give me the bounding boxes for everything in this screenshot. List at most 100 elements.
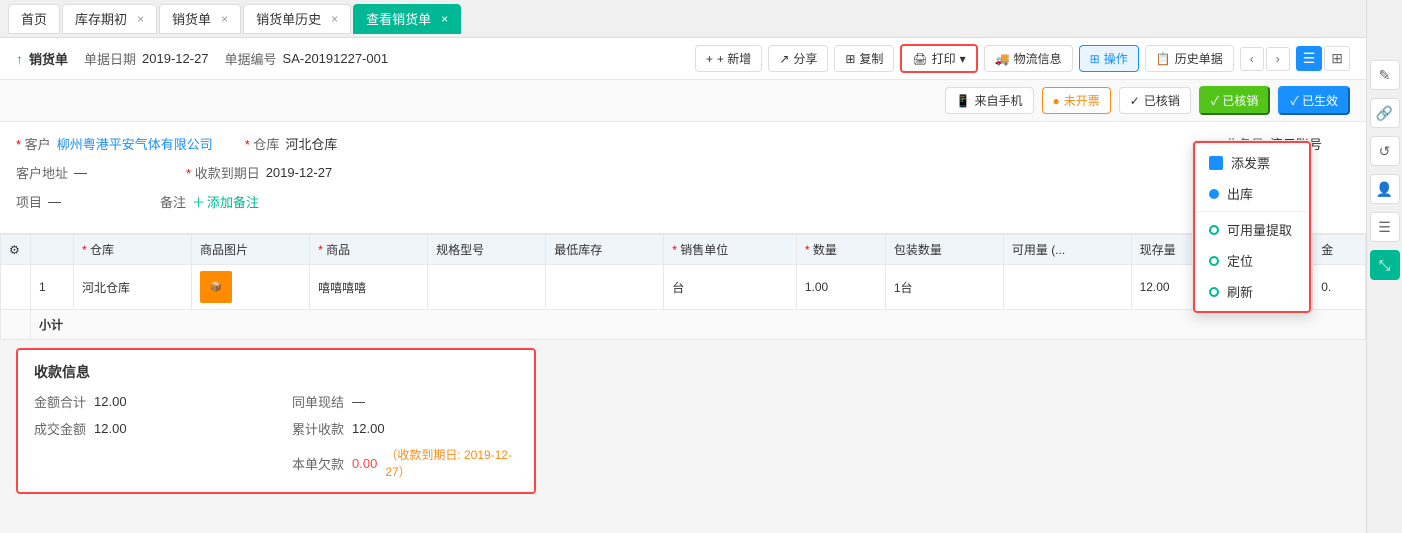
add-button[interactable]: + + 新增 xyxy=(695,45,762,72)
settings-icon[interactable]: ⚙ xyxy=(9,243,20,257)
print-label: 打印 xyxy=(932,50,956,67)
main-content: ↑ 销货单 单据日期 2019-12-27 单据编号 SA-20191227-0… xyxy=(0,38,1366,533)
doc-type-icon: ↑ xyxy=(16,51,23,67)
list-view-button[interactable]: ☰ xyxy=(1296,46,1323,71)
row-settings[interactable] xyxy=(1,265,31,310)
tab-inventory-init-close[interactable]: × xyxy=(137,12,144,26)
share-button[interactable]: ↗ 分享 xyxy=(768,45,828,72)
cumulative-receipts-item: 累计收款 12.00 xyxy=(292,419,518,438)
summary-wrapper: 收款信息 金额合计 12.00 同单现结 — 成交金额 12.00 xyxy=(0,340,1366,510)
confirm-icon: ✓ xyxy=(1130,94,1140,108)
add-note-button[interactable]: ＋ 添加备注 xyxy=(192,192,259,211)
form-section: 客户 柳州粤港平安气体有限公司 仓库 河北仓库 业务员 演示账号 客户地址 — xyxy=(0,122,1366,234)
locate-item[interactable]: 定位 xyxy=(1195,245,1309,276)
tab-home[interactable]: 首页 xyxy=(8,4,60,34)
customer-label: 客户 xyxy=(16,134,51,153)
edit-sidebar-button[interactable]: ✎ xyxy=(1370,60,1400,90)
warehouse-field: 仓库 河北仓库 xyxy=(245,134,366,153)
refresh-icon: ↺ xyxy=(1379,143,1391,160)
table-section: ⚙ * 仓库 商品图片 * 商品 规格型号 最低库存 * 销售单位 * 数量 包… xyxy=(0,234,1366,340)
operate-button[interactable]: ⊞ 操作 xyxy=(1079,45,1139,72)
toolbar: + + 新增 ↗ 分享 ⊞ 复制 🖨 打印 ▾ 🚚 xyxy=(695,44,1350,73)
print-icon: 🖨 xyxy=(912,52,927,66)
not-open-icon: ● xyxy=(1053,94,1060,108)
table-header-row: ⚙ * 仓库 商品图片 * 商品 规格型号 最低库存 * 销售单位 * 数量 包… xyxy=(1,235,1366,265)
history-button[interactable]: 📋 历史单据 xyxy=(1145,45,1234,72)
prev-button[interactable]: ‹ xyxy=(1240,47,1264,71)
doc-date-field: 单据日期 2019-12-27 xyxy=(84,49,209,68)
doc-type-label: 销货单 xyxy=(29,49,68,68)
due-date-label: 收款到期日 xyxy=(186,163,260,182)
add-invoice-item[interactable]: 添发票 xyxy=(1195,147,1309,178)
share-icon: ↗ xyxy=(779,52,789,66)
document-meta: 单据日期 2019-12-27 单据编号 SA-20191227-001 xyxy=(84,49,679,68)
available-qty-item[interactable]: 可用量提取 xyxy=(1195,214,1309,245)
summary-title: 收款信息 xyxy=(34,362,518,382)
print-button[interactable]: 🖨 打印 ▾ xyxy=(900,44,977,73)
already-canceled-button[interactable]: ✓ 已核销 xyxy=(1199,86,1271,115)
history-icon: 📋 xyxy=(1156,52,1171,66)
list-sidebar-button[interactable]: ☰ xyxy=(1370,212,1400,242)
transaction-amount-label: 成交金额 xyxy=(34,419,86,438)
overdue-note: （收款到期日: 2019-12-27） xyxy=(385,446,518,480)
transaction-amount-item: 成交金额 12.00 xyxy=(34,419,260,438)
available-col-header: 可用量 (... xyxy=(1003,235,1131,265)
tab-sales-order[interactable]: 销货单 × xyxy=(159,4,241,34)
user-sidebar-button[interactable]: 👤 xyxy=(1370,174,1400,204)
doc-number-label: 单据编号 xyxy=(225,49,277,68)
action-bar: 📱 来自手机 ● 未开票 ✓ 已核销 ✓ 已核销 ✓ 已生效 xyxy=(0,80,1366,122)
qty-cell: 1.00 xyxy=(796,265,885,310)
subtotal-label-cell: 小计 xyxy=(31,310,1366,340)
same-order-settlement-item: 同单现结 — xyxy=(292,392,518,411)
already-effective-label: 已生效 xyxy=(1302,94,1338,108)
not-open-label: 未开票 xyxy=(1064,92,1100,109)
already-effective-button[interactable]: ✓ 已生效 xyxy=(1278,86,1350,115)
spec-col-header: 规格型号 xyxy=(428,235,546,265)
copy-button[interactable]: ⊞ 复制 xyxy=(834,45,894,72)
outbound-item[interactable]: 出库 xyxy=(1195,178,1309,209)
confirm-button[interactable]: ✓ 已核销 xyxy=(1119,87,1191,114)
warehouse-cell: 河北仓库 xyxy=(74,265,192,310)
nav-arrows: ‹ › xyxy=(1240,47,1290,71)
tab-sales-order-label: 销货单 xyxy=(172,9,211,28)
not-open-button[interactable]: ● 未开票 xyxy=(1042,87,1111,114)
refresh-item[interactable]: 刷新 xyxy=(1195,276,1309,307)
logistics-button[interactable]: 🚚 物流信息 xyxy=(984,45,1073,72)
grid-view-button[interactable]: ⊞ xyxy=(1324,46,1350,71)
list-icon: ☰ xyxy=(1378,219,1391,236)
project-field: 项目 — xyxy=(16,192,128,211)
tab-view-order-close[interactable]: × xyxy=(441,12,448,26)
outbound-icon xyxy=(1209,189,1219,199)
amount-cell: 0. xyxy=(1313,265,1366,310)
logistics-icon: 🚚 xyxy=(995,52,1010,66)
tab-sales-order-close[interactable]: × xyxy=(221,12,228,26)
next-button[interactable]: › xyxy=(1266,47,1290,71)
total-item: 金额合计 12.00 xyxy=(34,392,260,411)
cumulative-receipts-value: 12.00 xyxy=(352,421,385,436)
link-sidebar-button[interactable]: 🔗 xyxy=(1370,98,1400,128)
tab-sales-history[interactable]: 销货单历史 × xyxy=(243,4,351,34)
address-value: — xyxy=(74,165,154,180)
product-img-col-header: 商品图片 xyxy=(192,235,310,265)
amount-col-header: 金 xyxy=(1313,235,1366,265)
customer-value[interactable]: 柳州粤港平安气体有限公司 xyxy=(57,134,213,153)
pack-qty-col-header: 包装数量 xyxy=(885,235,1003,265)
warehouse-label: 仓库 xyxy=(245,134,280,153)
tab-inventory-init-label: 库存期初 xyxy=(75,9,127,28)
product-img-cell: 📦 xyxy=(192,265,310,310)
due-date-value: 2019-12-27 xyxy=(266,165,346,180)
expand-sidebar-button[interactable]: ⤡ xyxy=(1370,250,1400,280)
operate-label: 操作 xyxy=(1104,50,1128,67)
from-mobile-button[interactable]: 📱 来自手机 xyxy=(945,87,1034,114)
doc-date-label: 单据日期 xyxy=(84,49,136,68)
link-icon: 🔗 xyxy=(1376,105,1393,122)
tab-view-order[interactable]: 查看销货单 × xyxy=(353,4,461,34)
refresh-sidebar-button[interactable]: ↺ xyxy=(1370,136,1400,166)
tab-home-label: 首页 xyxy=(21,9,47,28)
tab-inventory-init[interactable]: 库存期初 × xyxy=(62,4,157,34)
tab-sales-history-close[interactable]: × xyxy=(331,12,338,26)
locate-icon xyxy=(1209,256,1219,266)
customer-field: 客户 柳州粤港平安气体有限公司 xyxy=(16,134,213,153)
form-row-3: 项目 — 备注 ＋ 添加备注 业务员孟 — xyxy=(16,192,1350,211)
project-value: — xyxy=(48,194,128,209)
